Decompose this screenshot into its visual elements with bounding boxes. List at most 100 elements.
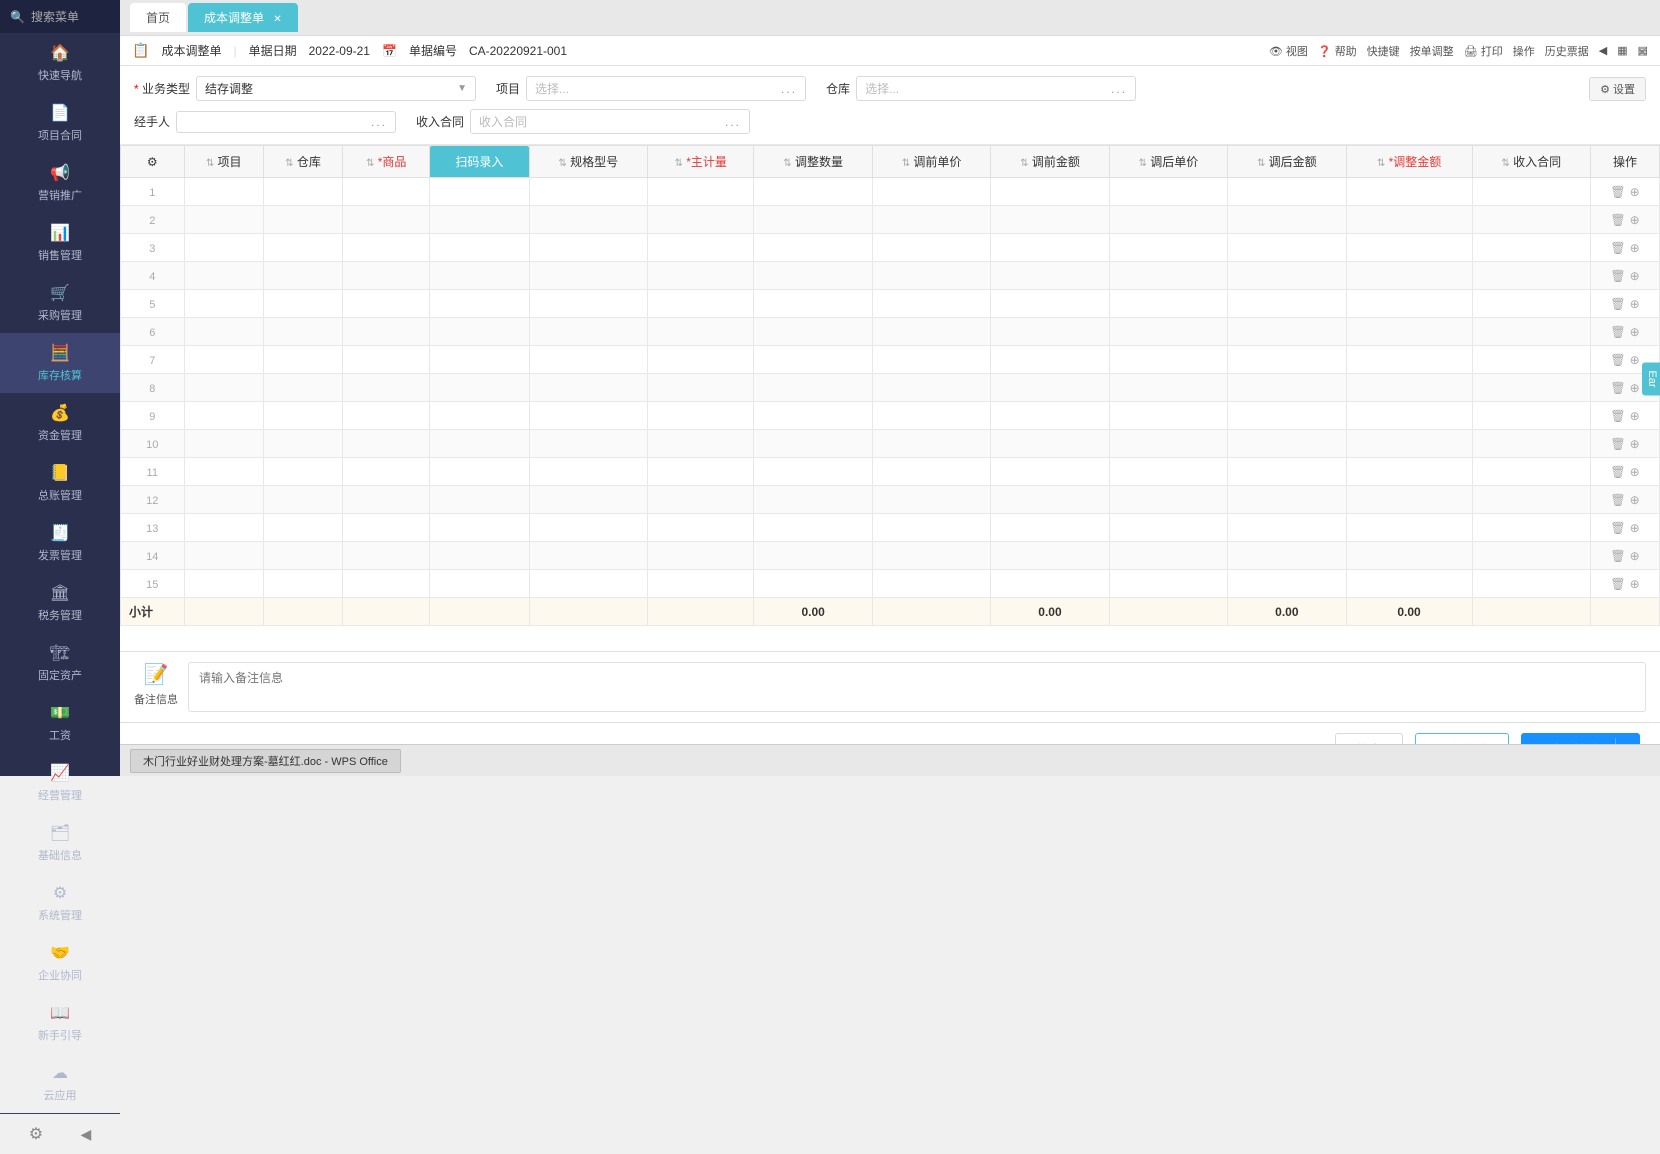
- cell-row1-prev_amount[interactable]: [991, 178, 1109, 206]
- cell-row6-warehouse[interactable]: [263, 318, 342, 346]
- cell-row5-warehouse[interactable]: [263, 290, 342, 318]
- cell-row1-prev_unit_price[interactable]: [872, 178, 990, 206]
- sort-icon-unit[interactable]: ⇅: [674, 158, 682, 169]
- project-dots[interactable]: ...: [781, 82, 797, 96]
- cell-row4-after_amount[interactable]: [1228, 262, 1346, 290]
- cell-row3-after_unit_price[interactable]: [1109, 234, 1227, 262]
- delete-icon[interactable]: 🗑: [1610, 325, 1625, 339]
- cell-row12-prev_unit_price[interactable]: [872, 486, 990, 514]
- cell-row11-product[interactable]: [343, 458, 430, 486]
- cell-row2-prev_amount[interactable]: [991, 206, 1109, 234]
- cell-row1-adj_amount[interactable]: [1346, 178, 1472, 206]
- cell-row4-prev_amount[interactable]: [991, 262, 1109, 290]
- cell-row15-income_contract[interactable]: [1472, 570, 1590, 598]
- copy-icon[interactable]: ⊕: [1630, 297, 1640, 311]
- view-action[interactable]: 👁 视图: [1269, 43, 1308, 59]
- copy-icon[interactable]: ⊕: [1630, 185, 1640, 199]
- copy-icon[interactable]: ⊕: [1630, 577, 1640, 591]
- cell-row15-adj_amount[interactable]: [1346, 570, 1472, 598]
- cell-row12-after_amount[interactable]: [1228, 486, 1346, 514]
- tab-home[interactable]: 首页: [130, 3, 186, 32]
- cell-row2-scan[interactable]: [430, 206, 529, 234]
- cell-row7-spec[interactable]: [529, 346, 647, 374]
- sidebar-item-finance-mgmt[interactable]: 💰资金管理: [0, 393, 120, 453]
- cell-row11-adj_amount[interactable]: [1346, 458, 1472, 486]
- sort-icon-project[interactable]: ⇅: [206, 158, 214, 169]
- delete-icon[interactable]: 🗑: [1610, 213, 1625, 227]
- sort-icon-spec[interactable]: ⇅: [558, 158, 566, 169]
- cell-row10-project[interactable]: [184, 430, 263, 458]
- sort-icon-warehouse[interactable]: ⇅: [285, 158, 293, 169]
- cell-row5-adj_qty[interactable]: [754, 290, 872, 318]
- cell-row1-adj_qty[interactable]: [754, 178, 872, 206]
- window-close-button[interactable]: ✕: [1636, 44, 1648, 61]
- cell-row10-adj_amount[interactable]: [1346, 430, 1472, 458]
- cell-row6-spec[interactable]: [529, 318, 647, 346]
- cell-row5-spec[interactable]: [529, 290, 647, 318]
- delete-icon[interactable]: 🗑: [1610, 493, 1625, 507]
- cell-row7-income_contract[interactable]: [1472, 346, 1590, 374]
- cell-row8-project[interactable]: [184, 374, 263, 402]
- copy-icon[interactable]: ⊕: [1630, 493, 1640, 507]
- sidebar-item-inventory-calc[interactable]: 🧮库存核算: [0, 333, 120, 393]
- cell-row6-unit[interactable]: [647, 318, 754, 346]
- cell-row10-unit[interactable]: [647, 430, 754, 458]
- cell-row3-warehouse[interactable]: [263, 234, 342, 262]
- sidebar-item-new-guide[interactable]: 📖新手引导: [0, 993, 120, 1053]
- cell-row5-scan[interactable]: [430, 290, 529, 318]
- income-contract-input[interactable]: 收入合同 ...: [470, 109, 750, 134]
- cell-row13-after_unit_price[interactable]: [1109, 514, 1227, 542]
- sidebar-item-fixed-assets[interactable]: 🏗固定资产: [0, 633, 120, 693]
- cell-row3-spec[interactable]: [529, 234, 647, 262]
- cell-row2-income_contract[interactable]: [1472, 206, 1590, 234]
- tab-close-icon[interactable]: ✕: [273, 14, 281, 25]
- cell-row5-adj_amount[interactable]: [1346, 290, 1472, 318]
- copy-icon[interactable]: ⊕: [1630, 353, 1640, 367]
- cell-row4-warehouse[interactable]: [263, 262, 342, 290]
- cell-row15-adj_qty[interactable]: [754, 570, 872, 598]
- sidebar-item-invoice-mgmt[interactable]: 🧾发票管理: [0, 513, 120, 573]
- taskbar-item[interactable]: 木门行业好业财处理方案-墓红红.doc - WPS Office: [130, 749, 401, 773]
- collapse-icon[interactable]: ◀: [81, 1126, 92, 1143]
- cell-row1-project[interactable]: [184, 178, 263, 206]
- cell-row15-project[interactable]: [184, 570, 263, 598]
- cell-row2-project[interactable]: [184, 206, 263, 234]
- sort-icon-adj_amount[interactable]: ⇅: [1377, 158, 1385, 169]
- sort-icon-after_amount[interactable]: ⇅: [1257, 158, 1265, 169]
- cell-row6-project[interactable]: [184, 318, 263, 346]
- cell-row11-after_unit_price[interactable]: [1109, 458, 1227, 486]
- cell-row7-warehouse[interactable]: [263, 346, 342, 374]
- cell-row1-income_contract[interactable]: [1472, 178, 1590, 206]
- cell-row14-prev_amount[interactable]: [991, 542, 1109, 570]
- delete-icon[interactable]: 🗑: [1610, 381, 1625, 395]
- cell-row11-project[interactable]: [184, 458, 263, 486]
- cell-row10-prev_unit_price[interactable]: [872, 430, 990, 458]
- cell-row3-prev_amount[interactable]: [991, 234, 1109, 262]
- cell-row4-product[interactable]: [343, 262, 430, 290]
- tab-cost-adjust[interactable]: 成本调整单 ✕: [188, 3, 298, 32]
- sort-icon-prev_unit_price[interactable]: ⇅: [902, 158, 910, 169]
- cell-row6-adj_qty[interactable]: [754, 318, 872, 346]
- cell-row4-adj_amount[interactable]: [1346, 262, 1472, 290]
- sidebar-item-quick-nav[interactable]: 🏠快速导航: [0, 33, 120, 93]
- biz-type-input[interactable]: 结存调整 ▼: [196, 76, 476, 101]
- cell-row7-adj_qty[interactable]: [754, 346, 872, 374]
- cell-row14-unit[interactable]: [647, 542, 754, 570]
- cell-row2-spec[interactable]: [529, 206, 647, 234]
- cell-row2-prev_unit_price[interactable]: [872, 206, 990, 234]
- sidebar-item-cloud-app[interactable]: ☁云应用: [0, 1053, 120, 1113]
- cell-row4-adj_qty[interactable]: [754, 262, 872, 290]
- cell-row15-product[interactable]: [343, 570, 430, 598]
- copy-icon[interactable]: ⊕: [1630, 381, 1640, 395]
- cell-row3-scan[interactable]: [430, 234, 529, 262]
- nav-prev[interactable]: ◀: [1599, 44, 1607, 57]
- nav-grid1[interactable]: ▦: [1617, 44, 1627, 57]
- cell-row8-unit[interactable]: [647, 374, 754, 402]
- cell-row6-prev_unit_price[interactable]: [872, 318, 990, 346]
- copy-icon[interactable]: ⊕: [1630, 409, 1640, 423]
- cell-row15-unit[interactable]: [647, 570, 754, 598]
- cell-row9-adj_qty[interactable]: [754, 402, 872, 430]
- cell-row7-unit[interactable]: [647, 346, 754, 374]
- sidebar-item-biz-collab[interactable]: 🤝企业协同: [0, 933, 120, 993]
- cell-row5-prev_unit_price[interactable]: [872, 290, 990, 318]
